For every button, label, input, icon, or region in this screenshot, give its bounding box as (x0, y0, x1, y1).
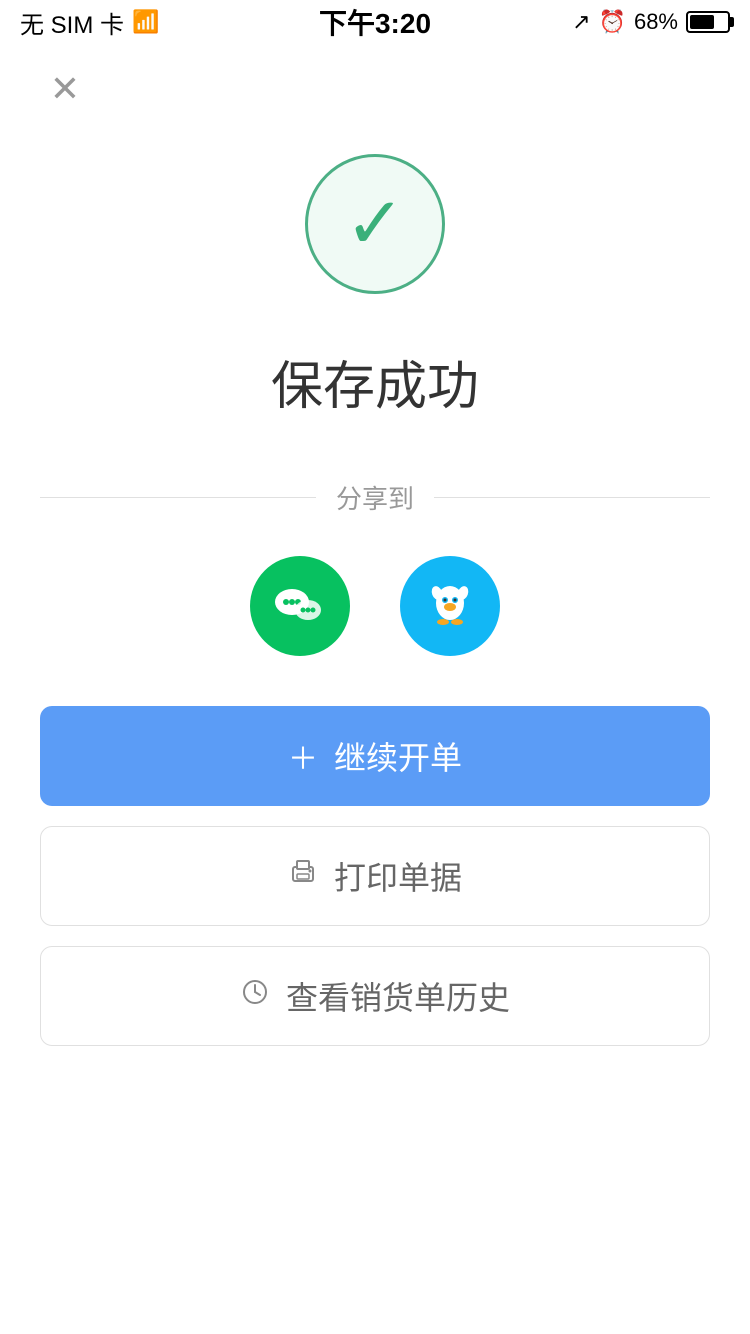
action-buttons: ＋ 继续开单 打印单据 查看销货单历史 (40, 706, 710, 1046)
main-content: ✕ ✓ 保存成功 分享到 (0, 44, 750, 1066)
print-button[interactable]: 打印单据 (40, 826, 710, 926)
wifi-icon: 📶 (132, 9, 159, 35)
alarm-icon: ⏰ (599, 9, 626, 35)
wechat-icon (270, 576, 330, 636)
share-section: 分享到 (40, 479, 710, 656)
share-icons (250, 556, 500, 656)
divider-line-right (434, 497, 710, 498)
printer-icon (288, 857, 318, 895)
history-button[interactable]: 查看销货单历史 (40, 946, 710, 1046)
battery-icon (686, 11, 730, 33)
status-time: 下午3:20 (319, 2, 431, 42)
continue-order-button[interactable]: ＋ 继续开单 (40, 706, 710, 806)
plus-icon: ＋ (288, 734, 318, 778)
checkmark-icon: ✓ (345, 188, 405, 260)
status-bar: 无 SIM 卡 📶 下午3:20 ↗ ⏰ 68% (0, 0, 750, 44)
wechat-share-button[interactable] (250, 556, 350, 656)
close-button-container: ✕ (40, 64, 710, 114)
no-sim-text: 无 SIM 卡 (20, 5, 124, 40)
status-left: 无 SIM 卡 📶 (20, 5, 159, 40)
close-icon: ✕ (50, 71, 80, 107)
share-label: 分享到 (336, 479, 414, 516)
success-title: 保存成功 (271, 344, 479, 419)
history-label: 查看销货单历史 (286, 973, 510, 1019)
close-button[interactable]: ✕ (40, 64, 90, 114)
share-divider: 分享到 (40, 479, 710, 516)
battery-percent: 68% (634, 9, 678, 35)
print-label: 打印单据 (334, 853, 462, 899)
qq-share-button[interactable] (400, 556, 500, 656)
success-circle: ✓ (305, 154, 445, 294)
clock-icon (240, 977, 270, 1015)
location-icon: ↗ (572, 9, 590, 35)
continue-order-label: 继续开单 (334, 733, 462, 779)
qq-icon (421, 577, 479, 635)
status-right: ↗ ⏰ 68% (572, 9, 730, 35)
divider-line-left (40, 497, 316, 498)
